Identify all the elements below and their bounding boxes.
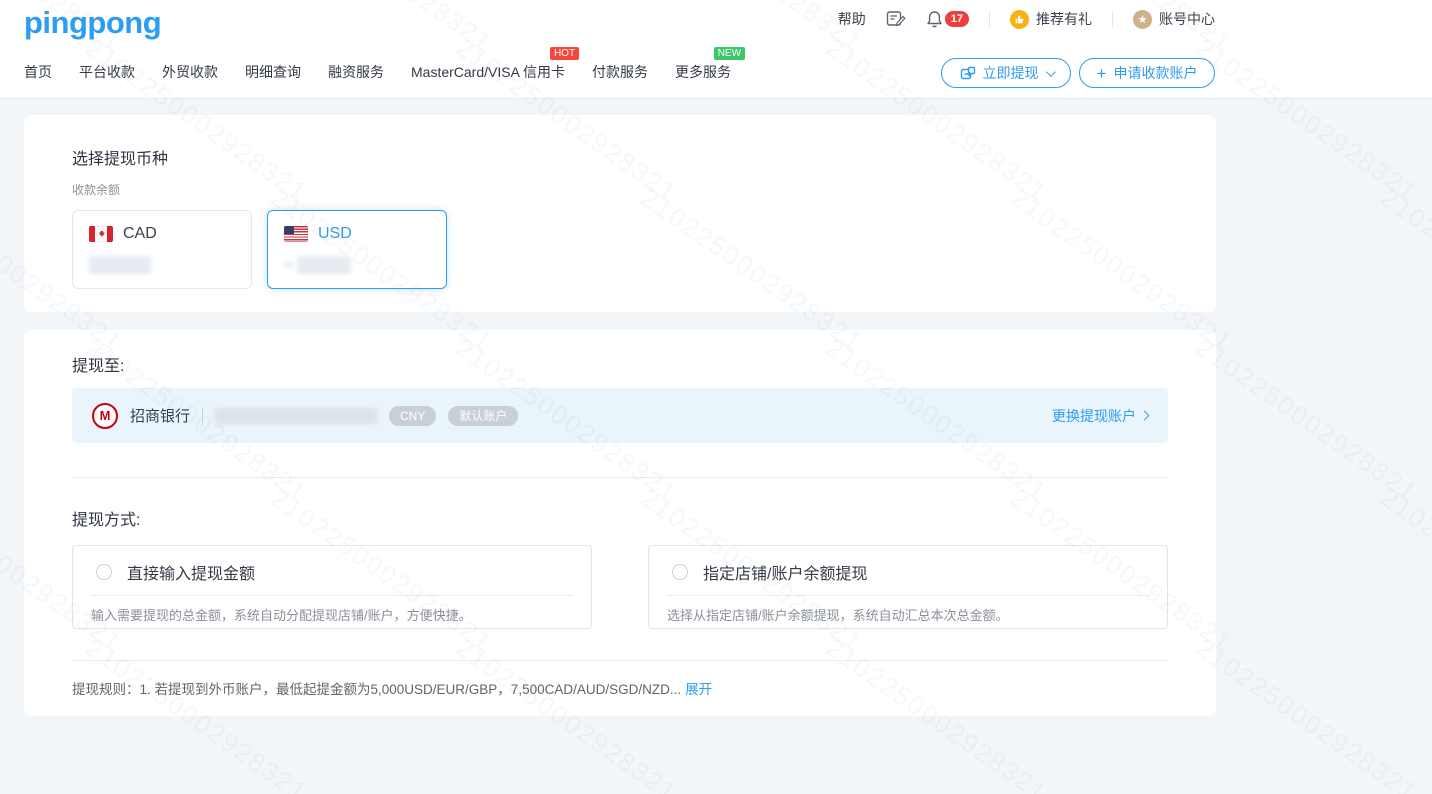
rules-text: 1. 若提现到外币账户，最低起提金额为5,000USD/EUR/GBP，7,50… <box>140 682 682 697</box>
divider <box>1112 11 1113 27</box>
change-account-label: 更换提现账户 <box>1052 406 1136 426</box>
chevron-down-icon <box>1045 67 1055 77</box>
withdraw-to-title: 提现至: <box>72 352 124 376</box>
method-direct-desc: 输入需要提现的总金额，系统自动分配提现店铺/账户，方便快捷。 <box>73 596 591 624</box>
currency-option-cad[interactable]: CAD <box>72 210 252 289</box>
nav-item-payment[interactable]: 付款服务 <box>592 62 648 82</box>
nav-item-detail-query[interactable]: 明细查询 <box>245 62 301 82</box>
apply-account-button[interactable]: + 申请收款账户 <box>1079 58 1215 88</box>
thumbs-up-icon <box>1010 10 1029 29</box>
withdraw-detail-card: 提现至: M 招商银行 CNY 默认账户 更换提现账户 提现方式: 直接输入提现… <box>24 330 1216 716</box>
method-specify-title: 指定店铺/账户余额提现 <box>703 560 867 584</box>
referral-label: 推荐有礼 <box>1036 9 1092 29</box>
account-center-label: 账号中心 <box>1159 9 1215 29</box>
divider <box>202 407 203 425</box>
notification-bell[interactable]: 17 <box>926 10 969 29</box>
nav-item-home[interactable]: 首页 <box>24 62 52 82</box>
withdraw-icon <box>960 66 976 81</box>
bank-account-row: M 招商银行 CNY 默认账户 更换提现账户 <box>72 388 1168 443</box>
help-link[interactable]: 帮助 <box>838 9 866 29</box>
expand-link[interactable]: 展开 <box>685 682 712 697</box>
method-direct-title: 直接输入提现金额 <box>127 560 255 584</box>
section-divider <box>72 477 1168 478</box>
radio-specified-balance[interactable] <box>672 564 688 580</box>
method-option-specified-balance[interactable]: 指定店铺/账户余额提现 选择从指定店铺/账户余额提现，系统自动汇总本次总金额。 <box>648 545 1168 629</box>
change-account-link[interactable]: 更换提现账户 <box>1052 406 1148 426</box>
feedback-edit-icon[interactable] <box>886 10 906 28</box>
header-utilities: 帮助 17 <box>838 7 1215 31</box>
pingpong-logo[interactable]: pingpong <box>24 5 161 41</box>
currency-select-card: 选择提现币种 收款余额 CAD USD <box>24 115 1216 312</box>
divider <box>989 11 990 27</box>
withdraw-now-label: 立即提现 <box>983 63 1039 83</box>
radio-direct-amount[interactable] <box>96 564 112 580</box>
main-nav: 首页 平台收款 外贸收款 明细查询 融资服务 MasterCard/VISA 信… <box>24 46 731 98</box>
apply-account-label: 申请收款账户 <box>1113 63 1197 83</box>
rules-label: 提现规则： <box>72 682 140 697</box>
method-specify-desc: 选择从指定店铺/账户余额提现，系统自动汇总本次总金额。 <box>649 596 1167 624</box>
balance-label: 收款余额 <box>72 181 120 198</box>
masked-account-number <box>215 408 377 424</box>
nav-item-more-services[interactable]: 更多服务 NEW <box>675 62 731 82</box>
withdraw-page: pingpong 帮助 17 <box>0 0 1432 794</box>
withdraw-now-button[interactable]: 立即提现 <box>941 58 1071 88</box>
withdraw-method-title: 提现方式: <box>72 506 140 530</box>
nav-item-financing[interactable]: 融资服务 <box>328 62 384 82</box>
notification-count-badge: 17 <box>945 11 969 27</box>
plus-icon: + <box>1097 65 1107 82</box>
star-icon: ★ <box>1133 10 1152 29</box>
chevron-right-icon <box>1140 411 1150 421</box>
nav-item-credit-card-label: MasterCard/VISA 信用卡 <box>411 64 565 80</box>
masked-balance-usd <box>284 256 430 274</box>
method-option-direct-amount[interactable]: 直接输入提现金额 输入需要提现的总金额，系统自动分配提现店铺/账户，方便快捷。 <box>72 545 592 629</box>
default-account-tag: 默认账户 <box>448 406 518 426</box>
nav-item-platform-collection[interactable]: 平台收款 <box>79 62 135 82</box>
nav-item-foreign-trade[interactable]: 外贸收款 <box>162 62 218 82</box>
referral-link[interactable]: 推荐有礼 <box>1010 9 1092 29</box>
bank-name: 招商银行 <box>130 405 190 426</box>
currency-code-cad: CAD <box>123 225 157 243</box>
currency-option-usd[interactable]: USD <box>267 210 447 289</box>
usa-flag-icon <box>284 226 308 242</box>
currency-tag: CNY <box>389 406 436 426</box>
cmb-bank-logo: M <box>92 403 118 429</box>
nav-item-credit-card[interactable]: MasterCard/VISA 信用卡 HOT <box>411 62 565 82</box>
withdraw-rules: 提现规则：1. 若提现到外币账户，最低起提金额为5,000USD/EUR/GBP… <box>72 678 712 698</box>
bell-icon <box>926 10 943 29</box>
section-divider <box>72 660 1168 661</box>
new-badge: NEW <box>714 47 745 60</box>
top-header: pingpong 帮助 17 <box>0 0 1432 99</box>
currency-code-usd: USD <box>318 225 352 243</box>
nav-item-more-services-label: 更多服务 <box>675 64 731 80</box>
hot-badge: HOT <box>550 47 579 60</box>
canada-flag-icon <box>89 226 113 242</box>
masked-balance-cad <box>89 256 235 274</box>
account-center-link[interactable]: ★ 账号中心 <box>1133 9 1215 29</box>
currency-section-title: 选择提现币种 <box>72 145 168 169</box>
